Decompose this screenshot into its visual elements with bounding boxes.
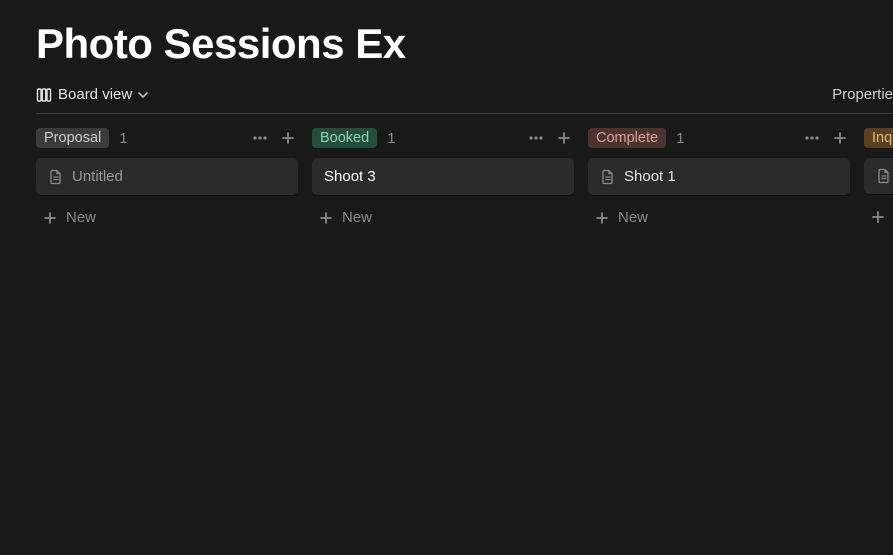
plus-icon (42, 210, 58, 226)
add-card-icon[interactable] (278, 128, 298, 148)
column-count: 1 (119, 130, 127, 147)
column-header: Inq (864, 128, 893, 148)
board-column: Proposal 1 Untitled New (36, 128, 298, 230)
board-card[interactable]: Shoot 3 (312, 158, 574, 195)
board-card[interactable]: Untitled (36, 158, 298, 195)
page-icon (600, 169, 616, 185)
plus-icon (318, 210, 334, 226)
card-title: Shoot 1 (624, 168, 676, 185)
add-card-icon[interactable] (830, 128, 850, 148)
status-tag[interactable]: Proposal (36, 128, 109, 148)
column-header: Complete 1 (588, 128, 850, 148)
board-icon (36, 87, 52, 103)
new-card-button[interactable]: New (588, 205, 850, 230)
more-icon[interactable] (526, 128, 546, 148)
board-column: Complete 1 Shoot 1 New (588, 128, 850, 230)
more-icon[interactable] (802, 128, 822, 148)
properties-button[interactable]: Propertie (832, 86, 893, 103)
chevron-down-icon (138, 90, 148, 100)
new-label: New (342, 209, 372, 226)
new-card-button[interactable]: New (864, 204, 893, 229)
status-tag[interactable]: Inq (864, 128, 893, 148)
view-switcher[interactable]: Board view (36, 86, 148, 103)
more-icon[interactable] (250, 128, 270, 148)
column-header: Proposal 1 (36, 128, 298, 148)
column-count: 1 (387, 130, 395, 147)
add-card-icon[interactable] (554, 128, 574, 148)
page-title: Photo Sessions Ex (36, 20, 893, 68)
board: Proposal 1 Untitled New Booked 1 (36, 128, 893, 230)
board-column: Inq New (864, 128, 893, 230)
new-card-button[interactable]: New (36, 205, 298, 230)
new-card-button[interactable]: New (312, 205, 574, 230)
column-header: Booked 1 (312, 128, 574, 148)
page-icon (876, 168, 892, 184)
status-tag[interactable]: Booked (312, 128, 377, 148)
board-card[interactable] (864, 158, 893, 194)
board-column: Booked 1 Shoot 3 New (312, 128, 574, 230)
page-icon (48, 169, 64, 185)
status-tag[interactable]: Complete (588, 128, 666, 148)
new-label: New (66, 209, 96, 226)
plus-icon (870, 209, 886, 225)
plus-icon (594, 210, 610, 226)
new-label: New (618, 209, 648, 226)
board-card[interactable]: Shoot 1 (588, 158, 850, 195)
view-label: Board view (58, 86, 132, 103)
column-count: 1 (676, 130, 684, 147)
card-title: Untitled (72, 168, 123, 185)
view-toolbar: Board view Propertie (36, 86, 893, 114)
card-title: Shoot 3 (324, 168, 376, 185)
